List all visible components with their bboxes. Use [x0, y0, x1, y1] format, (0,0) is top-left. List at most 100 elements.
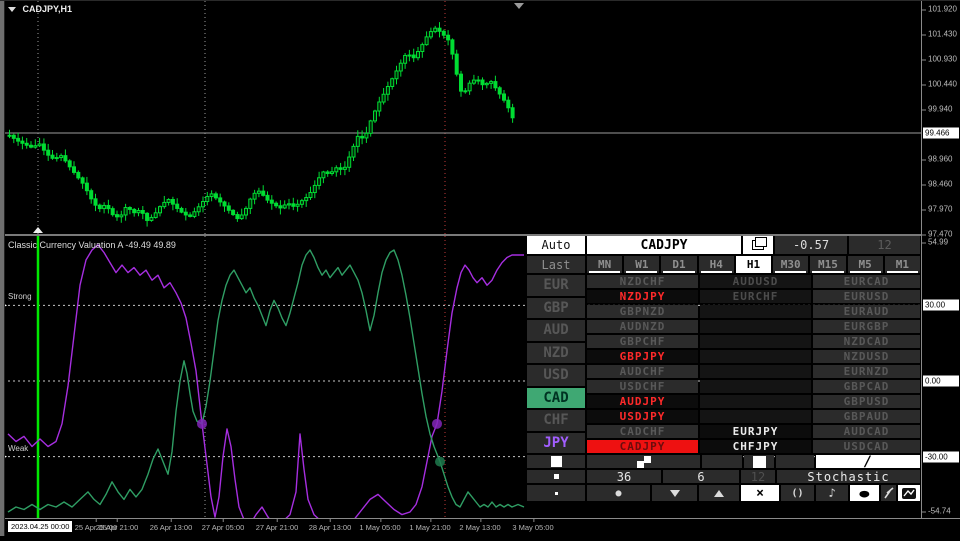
- timeframe-button-m15[interactable]: M15: [810, 256, 846, 273]
- pair-cell-gbpnzd[interactable]: GBPNZD: [587, 305, 698, 318]
- setting-period-3[interactable]: 12: [741, 470, 775, 483]
- oval-button[interactable]: ●: [850, 485, 879, 501]
- arrow-down-marker: [514, 3, 524, 9]
- setting-period-1[interactable]: 36: [587, 470, 661, 483]
- lightning-icon: [883, 487, 894, 499]
- pair-cell-empty[interactable]: [700, 380, 811, 393]
- pair-cell-gbpusd[interactable]: GBPUSD: [813, 395, 920, 408]
- time-axis[interactable]: 25 Apr 05:00 25 Apr 21:00 26 Apr 13:00 27 A…: [0, 518, 960, 536]
- timeframe-button-d1[interactable]: D1: [661, 256, 697, 273]
- timeframe-button-mn[interactable]: MN: [587, 256, 623, 273]
- pair-cell-nzdusd[interactable]: NZDUSD: [813, 350, 920, 363]
- close-button[interactable]: ×: [741, 485, 779, 501]
- time-axis-label: 1 May 05:00: [359, 519, 401, 532]
- currency-button-usd[interactable]: USD: [527, 365, 585, 386]
- currency-matrix: EUR GBP AUD NZD USD CAD CHF JPY NZDCHF AUDUSD EUR…: [527, 275, 920, 453]
- currency-button-jpy[interactable]: JPY: [527, 432, 585, 453]
- currency-button-gbp[interactable]: GBP: [527, 297, 585, 318]
- pair-cell-euraud[interactable]: EURAUD: [813, 305, 920, 318]
- pair-cell-audjpy[interactable]: AUDJPY: [587, 395, 698, 408]
- pair-cell-gbpaud[interactable]: GBPAUD: [813, 410, 920, 423]
- option-checkbox-1[interactable]: [527, 455, 585, 468]
- trendline-button[interactable]: /: [816, 455, 920, 468]
- crosshair-time-tag: 2023.04.25 00:00: [8, 521, 73, 532]
- pair-cell-usdjpy[interactable]: USDJPY: [587, 410, 698, 423]
- option-checkbox-2[interactable]: [744, 455, 774, 468]
- triangle-down-button[interactable]: [652, 485, 697, 501]
- pair-cell-gbpcad[interactable]: GBPCAD: [813, 380, 920, 393]
- pair-cell-usdcad[interactable]: USDCAD: [813, 440, 920, 453]
- pair-cell-empty[interactable]: [700, 395, 811, 408]
- currency-button-aud[interactable]: AUD: [527, 320, 585, 341]
- setting-period-2[interactable]: 6: [663, 470, 739, 483]
- pair-cell-gbpchf[interactable]: GBPCHF: [587, 335, 698, 348]
- pair-cell-audusd[interactable]: AUDUSD: [700, 275, 811, 288]
- pair-cell-eurgbp[interactable]: EURGBP: [813, 320, 920, 333]
- panel-symbol[interactable]: CADJPY: [587, 236, 741, 254]
- pair-cell-nzdchf[interactable]: NZDCHF: [587, 275, 698, 288]
- screenshot-button[interactable]: [898, 485, 920, 501]
- timeframe-button-h4[interactable]: H4: [698, 256, 734, 273]
- lightning-button[interactable]: [881, 485, 896, 501]
- pair-cell-eurnzd[interactable]: EURNZD: [813, 365, 920, 378]
- pair-cell-usdchf[interactable]: USDCHF: [587, 380, 698, 393]
- triangle-up-icon: [714, 489, 724, 497]
- cascade-window-button[interactable]: [743, 236, 773, 254]
- option-cascade-toggle[interactable]: [587, 455, 700, 468]
- pair-cell-audnzd[interactable]: AUDNZD: [587, 320, 698, 333]
- timeframe-button-m30[interactable]: M30: [773, 256, 809, 273]
- timeframe-button-h1[interactable]: H1: [735, 256, 772, 273]
- indicator-axis-label: 54.99: [921, 237, 949, 247]
- image-icon: [902, 487, 916, 499]
- pair-cell-empty[interactable]: [700, 365, 811, 378]
- last-button[interactable]: Last: [527, 256, 585, 273]
- setting-bullet[interactable]: [527, 470, 585, 483]
- setting-mode[interactable]: Stochastic: [777, 470, 920, 483]
- pair-cell-cadchf[interactable]: CADCHF: [587, 425, 698, 438]
- indicator-axis-label: -30.00: [923, 451, 959, 463]
- pair-cell-eurusd[interactable]: EURUSD: [813, 290, 920, 303]
- currency-button-nzd[interactable]: NZD: [527, 342, 585, 363]
- pair-cell-chfjpy[interactable]: CHFJPY: [700, 440, 811, 453]
- option-empty-cell-2[interactable]: [776, 455, 814, 468]
- pair-cell-eurcad[interactable]: EURCAD: [813, 275, 920, 288]
- windows-icon: [752, 237, 767, 250]
- price-axis-label: 100.440: [922, 79, 957, 89]
- option-empty-cell[interactable]: [702, 455, 742, 468]
- currency-button-cad[interactable]: CAD: [527, 387, 585, 408]
- currency-button-chf[interactable]: CHF: [527, 410, 585, 431]
- currency-button-eur[interactable]: EUR: [527, 275, 585, 296]
- price-axis-label: 101.430: [922, 29, 957, 39]
- pair-cell-audchf[interactable]: AUDCHF: [587, 365, 698, 378]
- dot-button[interactable]: [527, 485, 585, 501]
- triangle-up-button[interactable]: [699, 485, 739, 501]
- mt4-window: CADJPY,H1 Classic Currency Valuation A -…: [0, 0, 960, 541]
- timeframe-button-m5[interactable]: M5: [847, 256, 883, 273]
- pair-cell-gbpjpy[interactable]: GBPJPY: [587, 350, 698, 363]
- time-axis-label: 26 Apr 13:00: [149, 519, 193, 532]
- pair-cell-eurchf[interactable]: EURCHF: [700, 290, 811, 303]
- chevron-down-icon[interactable]: [8, 7, 16, 12]
- pair-cell-empty[interactable]: [700, 350, 811, 363]
- indicator-title: Classic Currency Valuation A -49.49 49.8…: [8, 240, 176, 250]
- triangle-down-icon: [669, 489, 680, 497]
- pair-cell-empty[interactable]: [700, 305, 811, 318]
- timeframe-button-m1[interactable]: M1: [884, 256, 920, 273]
- auto-button[interactable]: Auto: [527, 236, 585, 254]
- pair-cell-eurjpy[interactable]: EURJPY: [700, 425, 811, 438]
- pair-cell-cadjpy[interactable]: CADJPY: [587, 440, 698, 453]
- parentheses-button[interactable]: (): [781, 485, 814, 501]
- pair-cell-empty[interactable]: [700, 320, 811, 333]
- price-axis[interactable]: 101.920 101.430 100.930 100.440 99.940 98.960…: [921, 1, 960, 518]
- pair-cell-nzdcad[interactable]: NZDCAD: [813, 335, 920, 348]
- pair-cell-audcad[interactable]: AUDCAD: [813, 425, 920, 438]
- time-axis-label: 1 May 21:00: [409, 519, 451, 532]
- pair-cell-nzdjpy[interactable]: NZDJPY: [587, 290, 698, 303]
- timeframe-button-w1[interactable]: W1: [624, 256, 660, 273]
- pair-cell-empty[interactable]: [700, 410, 811, 423]
- sound-button[interactable]: ♪: [816, 485, 848, 501]
- pair-cell-empty[interactable]: [700, 335, 811, 348]
- price-chart-pane[interactable]: CADJPY,H1: [0, 1, 921, 234]
- circle-button[interactable]: ●: [587, 485, 650, 501]
- price-axis-label: 97.970: [921, 204, 953, 214]
